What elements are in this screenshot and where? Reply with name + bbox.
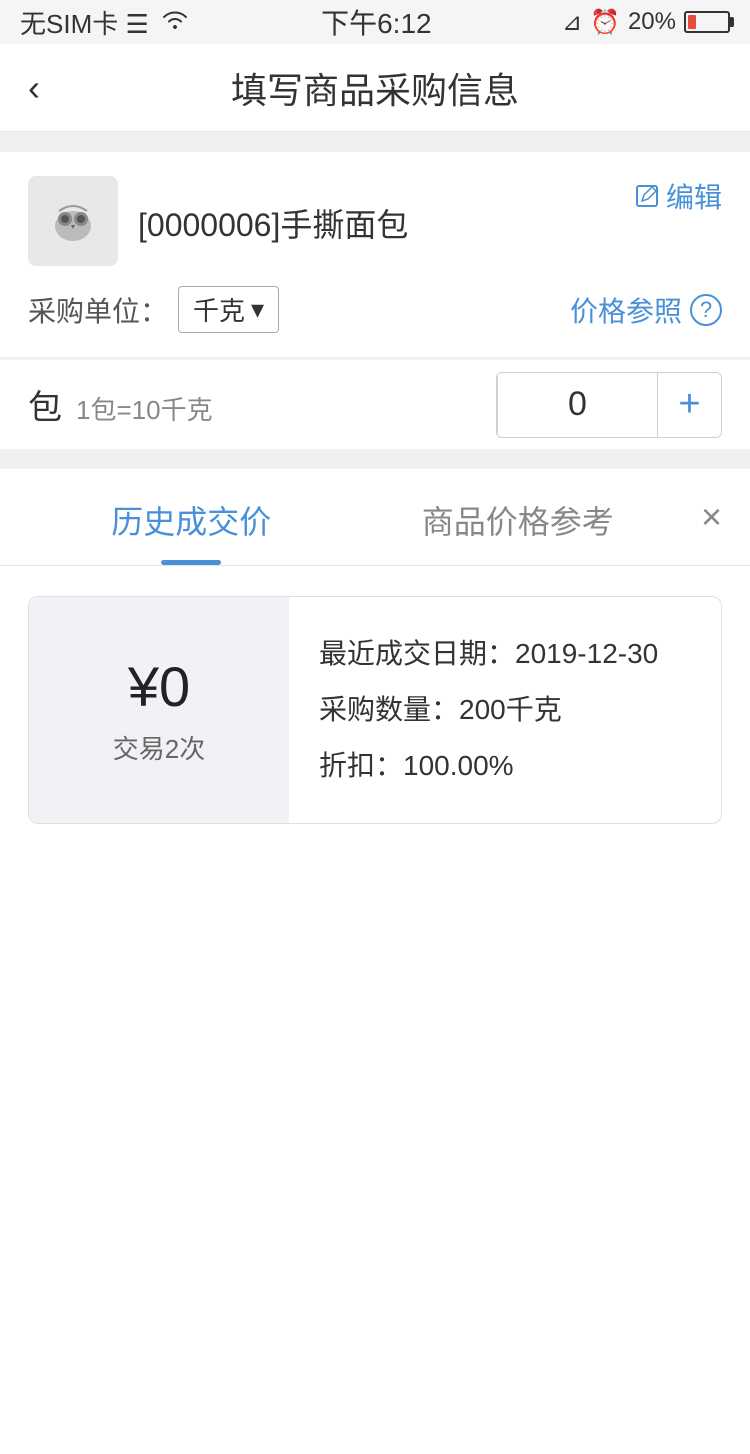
quantity-unit: 包 <box>28 380 62 429</box>
battery-percent: 20% <box>628 8 676 36</box>
tab-content: ¥0 交易2次 最近成交日期：2019-12-30 采购数量：200千克 折扣：… <box>0 566 750 854</box>
price-reference-button[interactable]: 价格参照 ? <box>570 290 722 330</box>
quantity-conversion: 1包=10千克 <box>76 390 213 427</box>
unit-selector[interactable]: 千克 ▾ <box>178 286 279 333</box>
purchase-unit: 采购单位： 千克 ▾ <box>28 286 279 333</box>
purchase-qty-value: 200千克 <box>459 694 562 725</box>
status-right: ⊿ ⏰ 20% <box>562 8 730 37</box>
page-title: 填写商品采购信息 <box>231 62 519 114</box>
back-button[interactable]: ‹ <box>28 67 40 109</box>
recent-date-label: 最近成交日期： <box>319 638 515 669</box>
price-main: ¥0 交易2次 <box>29 597 289 823</box>
location-icon: ⊿ <box>562 8 582 37</box>
carrier-label: 无SIM卡 ☰ <box>20 4 149 41</box>
quantity-control: 0 + <box>496 372 722 438</box>
alarm-icon: ⏰ <box>590 8 620 37</box>
price-amount: ¥0 <box>128 654 190 719</box>
status-time: 下午6:12 <box>321 2 432 42</box>
nav-bar: ‹ 填写商品采购信息 <box>0 44 750 132</box>
recent-date-row: 最近成交日期：2019-12-30 <box>319 633 691 675</box>
product-meta: 采购单位： 千克 ▾ 价格参照 ? <box>28 286 722 333</box>
tab-history-price[interactable]: 历史成交价 <box>28 469 354 565</box>
wifi-icon <box>159 7 191 38</box>
quantity-label: 包 1包=10千克 <box>28 380 213 429</box>
quantity-value[interactable]: 0 <box>497 373 657 437</box>
status-bar: 无SIM卡 ☰ 下午6:12 ⊿ ⏰ 20% <box>0 0 750 44</box>
tabs-panel: 历史成交价 商品价格参考 × ¥0 交易2次 最近成交日期：2019-12-30… <box>0 469 750 854</box>
quantity-plus-button[interactable]: + <box>657 373 721 437</box>
product-name: [0000006]手撕面包 <box>138 200 408 246</box>
trade-count: 交易2次 <box>113 729 205 766</box>
tabs-header: 历史成交价 商品价格参考 × <box>0 469 750 566</box>
purchase-qty-row: 采购数量：200千克 <box>319 689 691 731</box>
bottom-area <box>0 854 750 1454</box>
product-header: [0000006]手撕面包 编辑 <box>28 176 722 266</box>
purchase-unit-label: 采购单位： <box>28 290 168 330</box>
discount-value: 100.00% <box>403 750 514 781</box>
dropdown-arrow-icon: ▾ <box>251 294 264 325</box>
discount-row: 折扣：100.00% <box>319 745 691 787</box>
product-card: [0000006]手撕面包 编辑 采购单位： 千克 ▾ 价格参照 ? <box>0 152 750 357</box>
recent-date-value: 2019-12-30 <box>515 638 658 669</box>
price-details: 最近成交日期：2019-12-30 采购数量：200千克 折扣：100.00% <box>289 597 721 823</box>
edit-button[interactable]: 编辑 <box>634 176 722 216</box>
discount-label: 折扣： <box>319 750 403 781</box>
quantity-row: 包 1包=10千克 0 + <box>0 359 750 449</box>
help-icon: ? <box>690 294 722 326</box>
status-left: 无SIM卡 ☰ <box>20 4 191 41</box>
purchase-qty-label: 采购数量： <box>319 694 459 725</box>
price-card: ¥0 交易2次 最近成交日期：2019-12-30 采购数量：200千克 折扣：… <box>28 596 722 824</box>
tab-close-button[interactable]: × <box>681 476 722 558</box>
product-thumbnail <box>28 176 118 266</box>
product-left: [0000006]手撕面包 <box>28 176 408 266</box>
battery-icon <box>684 11 730 33</box>
tab-price-reference[interactable]: 商品价格参考 <box>354 469 680 565</box>
